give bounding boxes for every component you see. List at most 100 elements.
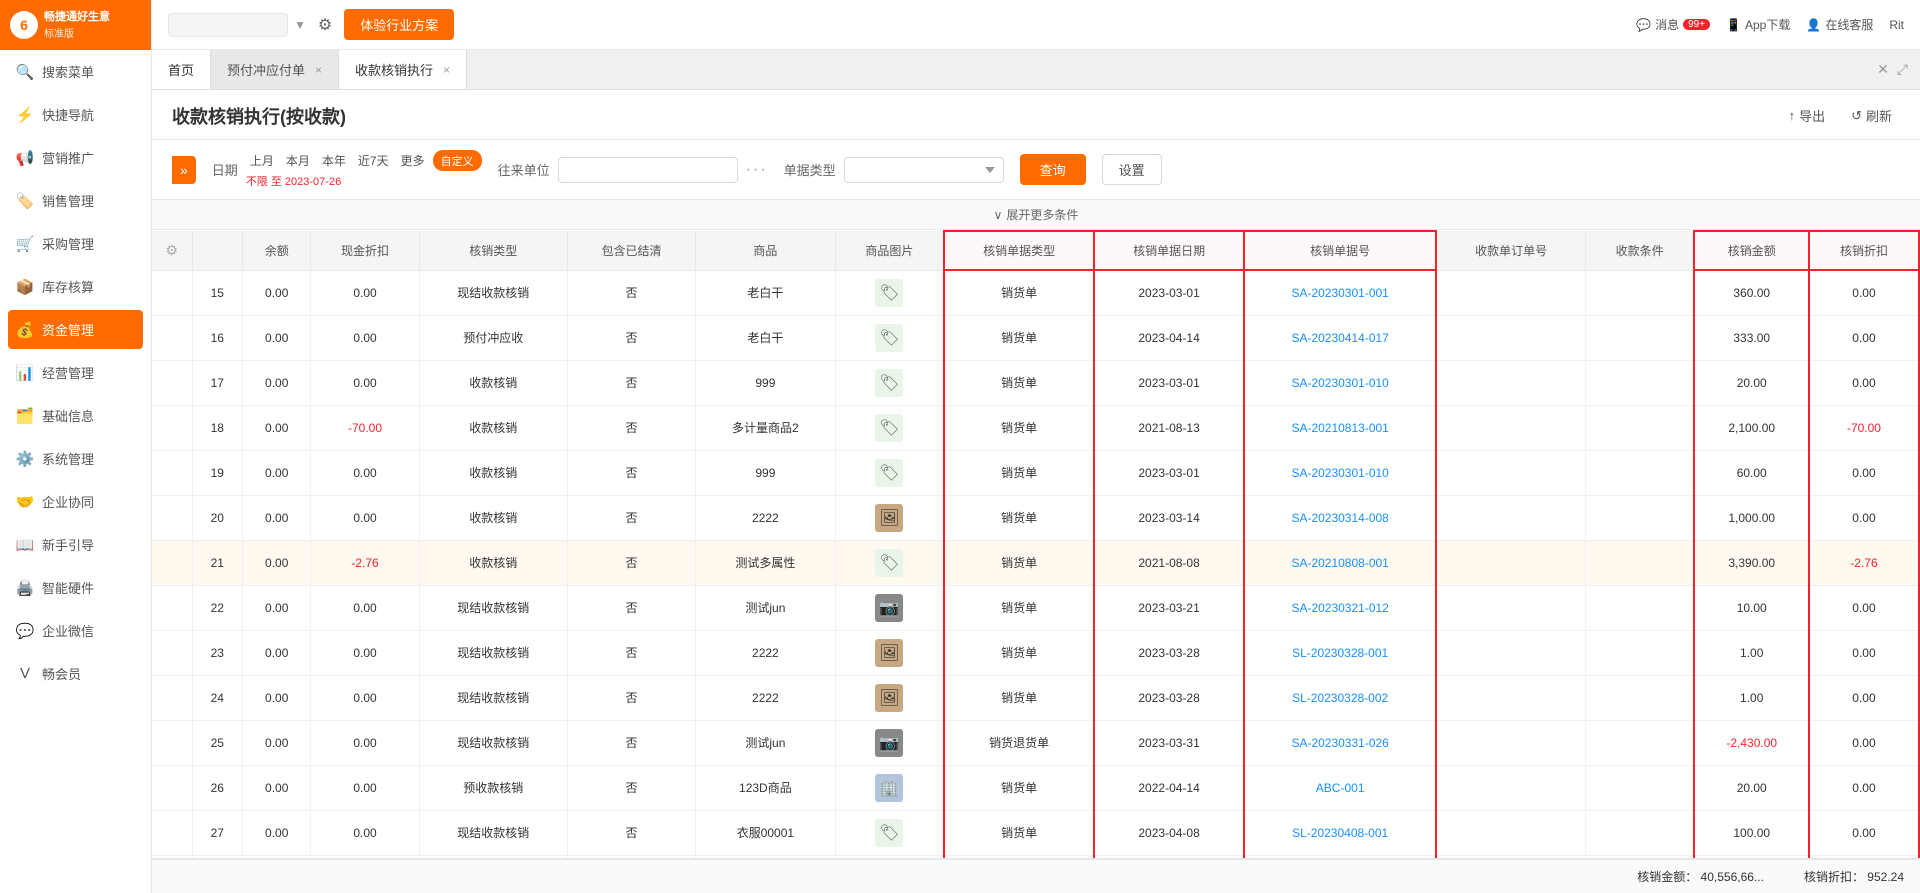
cell-cancel_bill_no[interactable]: SL-20230328-002 — [1244, 675, 1436, 720]
cell-cancel_amount: 360.00 — [1694, 270, 1808, 315]
sidebar-label-wechat: 企业微信 — [42, 621, 94, 640]
sidebar-item-operations[interactable]: 📊 经营管理 — [0, 351, 151, 394]
cell-cancel_amount: 3,390.00 — [1694, 540, 1808, 585]
sidebar-item-quick-nav[interactable]: ⚡ 快捷导航 — [0, 93, 151, 136]
cell-cancel_type: 预付冲应收 — [419, 315, 567, 360]
cell-cancel_bill_no[interactable]: SA-20230301-001 — [1244, 270, 1436, 315]
sidebar-item-finance[interactable]: 💰 资金管理 — [8, 310, 143, 349]
sidebar-item-search[interactable]: 🔍 搜索菜单 — [0, 50, 151, 93]
cell-cancel_bill_date: 2021-08-08 — [1094, 540, 1244, 585]
bill-no-link[interactable]: SL-20230408-001 — [1292, 826, 1388, 840]
date-this-month-btn[interactable]: 本月 — [282, 150, 314, 171]
sidebar-label-operations: 经营管理 — [42, 363, 94, 382]
date-7days-btn[interactable]: 近7天 — [354, 150, 393, 171]
date-more-btn[interactable]: 更多 — [397, 150, 429, 171]
close-window-icon[interactable]: ✕ — [1877, 61, 1889, 78]
cell-cancel_bill_no[interactable]: SA-20230331-026 — [1244, 720, 1436, 765]
sidebar-item-basic-info[interactable]: 🗂️ 基础信息 — [0, 394, 151, 437]
sidebar-item-sales[interactable]: 🏷️ 销售管理 — [0, 179, 151, 222]
cell-cancel_bill_no[interactable]: SA-20210808-001 — [1244, 540, 1436, 585]
bill-no-link[interactable]: SA-20210813-001 — [1291, 421, 1388, 435]
cell-product_image: 🏷 — [835, 360, 944, 405]
online-service-button[interactable]: 👤 在线客服 — [1806, 16, 1873, 33]
expand-more-label: 展开更多条件 — [1006, 206, 1078, 223]
cell-cancel_bill_no[interactable]: SA-20230414-017 — [1244, 315, 1436, 360]
sidebar-logo: 6 畅捷通好生意 标准版 — [0, 0, 151, 50]
expand-more-button[interactable]: ∨ 展开更多条件 — [994, 206, 1079, 223]
bill-no-link[interactable]: SL-20230328-001 — [1292, 646, 1388, 660]
user-info[interactable]: Rit — [1889, 18, 1904, 32]
cell-product_image: 📷 — [835, 720, 944, 765]
sidebar-item-guide[interactable]: 📖 新手引导 — [0, 523, 151, 566]
bill-no-link[interactable]: SL-20230328-002 — [1292, 691, 1388, 705]
refresh-button[interactable]: ↺ 刷新 — [1843, 102, 1900, 129]
cell-cancel_bill_date: 2023-03-01 — [1094, 270, 1244, 315]
sidebar-item-purchase[interactable]: 🛒 采购管理 — [0, 222, 151, 265]
date-prev-month-btn[interactable]: 上月 — [246, 150, 278, 171]
app-download-button[interactable]: 📱 App下载 — [1726, 16, 1790, 33]
cell-cancel_bill_no[interactable]: SL-20230408-001 — [1244, 810, 1436, 855]
sidebar-item-inventory[interactable]: 📦 库存核算 — [0, 265, 151, 308]
date-filter-label: 日期 — [212, 160, 238, 179]
cell-include_settled: 否 — [567, 360, 695, 405]
tab-prepay-close[interactable]: × — [315, 63, 322, 77]
cell-cancel_amount: 333.00 — [1694, 315, 1808, 360]
sidebar-item-hardware[interactable]: 🖨️ 智能硬件 — [0, 566, 151, 609]
bill-type-label: 单据类型 — [784, 160, 836, 179]
tab-collection-close[interactable]: × — [443, 63, 450, 77]
bill-no-link[interactable]: SA-20230301-010 — [1291, 466, 1388, 480]
tab-collection[interactable]: 收款核销执行 × — [339, 50, 467, 89]
cell-cancel_bill_no[interactable]: SA-20230314-008 — [1244, 495, 1436, 540]
cell-cancel_bill_no[interactable]: SL-20230328-001 — [1244, 630, 1436, 675]
bill-type-select[interactable] — [844, 157, 1004, 183]
unit-filter-label: 往来单位 — [498, 160, 550, 179]
table-container[interactable]: ⚙余额现金折扣核销类型包含已结清商品商品图片核销单据类型核销单据日期核销单据号收… — [152, 230, 1920, 858]
bill-no-link[interactable]: SA-20230414-017 — [1291, 331, 1388, 345]
date-this-year-btn[interactable]: 本年 — [318, 150, 350, 171]
maximize-window-icon[interactable]: ⤢ — [1897, 61, 1908, 78]
table-row: 170.000.00收款核销否999🏷销货单2023-03-01SA-20230… — [152, 360, 1919, 405]
cell-cancel_bill_no[interactable]: SA-20230301-010 — [1244, 360, 1436, 405]
export-button[interactable]: ↑ 导出 — [1781, 102, 1834, 129]
table-row: 260.000.00预收款核销否123D商品🏢销货单2022-04-14ABC-… — [152, 765, 1919, 810]
filter-expand-button[interactable]: » — [172, 156, 196, 184]
sidebar-item-system[interactable]: ⚙️ 系统管理 — [0, 437, 151, 480]
gear-icon[interactable]: ⚙ — [318, 15, 332, 35]
cell-cancel_bill_no[interactable]: SA-20230301-010 — [1244, 450, 1436, 495]
date-custom-btn[interactable]: 自定义 — [433, 150, 482, 171]
cell-cancel_bill_no[interactable]: SA-20210813-001 — [1244, 405, 1436, 450]
table-row: 180.00-70.00收款核销否多计量商品2🏷销货单2021-08-13SA-… — [152, 405, 1919, 450]
query-button[interactable]: 查询 — [1020, 154, 1086, 185]
cell-cancel_discount: -2.76 — [1809, 540, 1919, 585]
cell-cancel_type: 现结收款核销 — [419, 720, 567, 765]
bill-no-link[interactable]: SA-20230331-026 — [1291, 736, 1388, 750]
unit-filter-input[interactable] — [558, 157, 738, 183]
settings-button[interactable]: 设置 — [1102, 154, 1162, 185]
bill-no-link[interactable]: SA-20230314-008 — [1291, 511, 1388, 525]
messages-label: 消息 — [1655, 16, 1679, 33]
bill-no-link[interactable]: SA-20230321-012 — [1291, 601, 1388, 615]
cell-cancel_bill_date: 2022-04-14 — [1094, 765, 1244, 810]
cell-balance: 0.00 — [243, 405, 311, 450]
industry-solution-button[interactable]: 体验行业方案 — [344, 9, 454, 40]
cell-cancel_bill_type: 销货单 — [944, 810, 1094, 855]
tab-prepay[interactable]: 预付冲应付单 × — [211, 50, 339, 89]
cell-cancel_bill_type: 销货单 — [944, 585, 1094, 630]
cell-cancel_bill_no[interactable]: SA-20230321-012 — [1244, 585, 1436, 630]
sidebar-item-member[interactable]: V 畅会员 — [0, 652, 151, 695]
cancel-amount-value: 40,556,66... — [1701, 870, 1764, 884]
sidebar-item-wechat[interactable]: 💬 企业微信 — [0, 609, 151, 652]
brand-input[interactable] — [168, 13, 288, 37]
tab-home[interactable]: 首页 — [152, 50, 211, 89]
cell-settings — [152, 720, 192, 765]
sidebar-item-enterprise[interactable]: 🤝 企业协同 — [0, 480, 151, 523]
bill-no-link[interactable]: SA-20230301-010 — [1291, 376, 1388, 390]
cell-cancel_bill_no[interactable]: ABC-001 — [1244, 765, 1436, 810]
bill-no-link[interactable]: ABC-001 — [1316, 781, 1365, 795]
bill-no-link[interactable]: SA-20210808-001 — [1291, 556, 1388, 570]
bill-no-link[interactable]: SA-20230301-001 — [1291, 286, 1388, 300]
sidebar-item-marketing[interactable]: 📢 营销推广 — [0, 136, 151, 179]
messages-button[interactable]: 💬 消息 99+ — [1636, 16, 1710, 33]
col-settings[interactable]: ⚙ — [152, 231, 192, 270]
table-settings-icon[interactable]: ⚙ — [165, 242, 178, 258]
